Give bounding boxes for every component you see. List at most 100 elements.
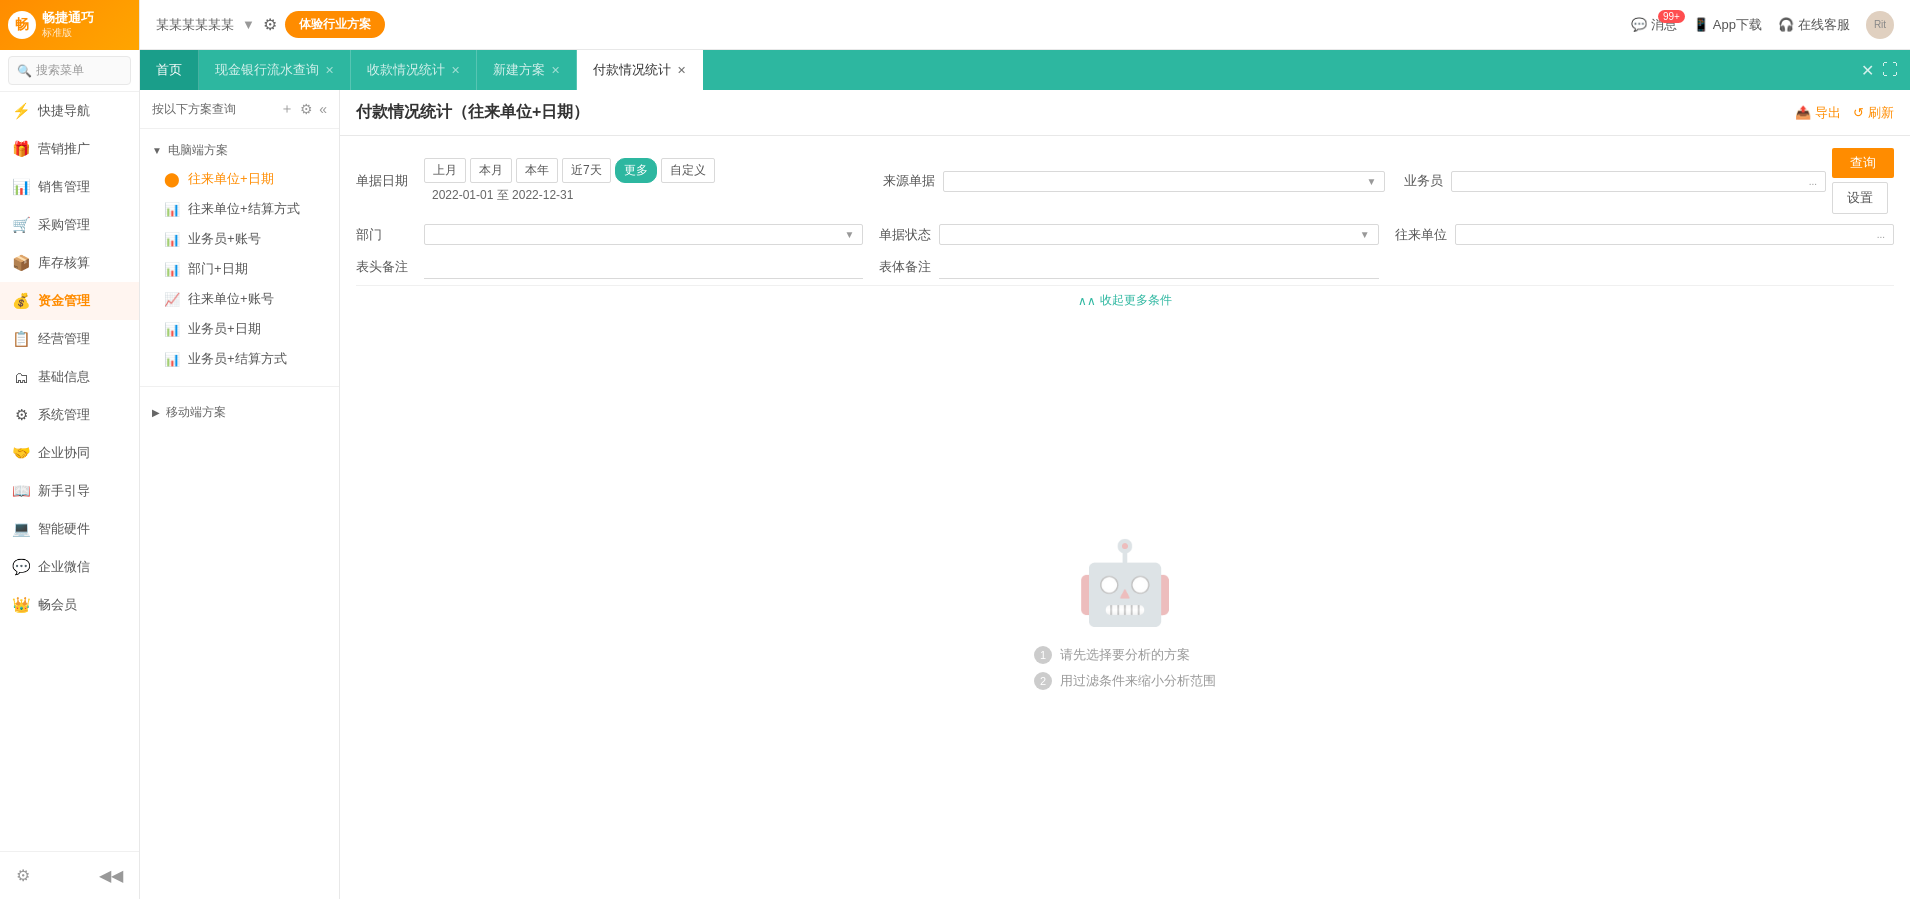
sidebar-item-label: 库存核算 [38, 254, 90, 272]
footer-collapse-icon[interactable]: ◀◀ [93, 862, 129, 889]
user-name-label: Rit [1874, 19, 1886, 30]
collapse-filter-label: 收起更多条件 [1100, 292, 1172, 309]
close-all-tabs-icon[interactable]: ✕ [1861, 61, 1874, 80]
header-note-input[interactable] [424, 255, 863, 279]
sidebar-item-quicknav[interactable]: ⚡ 快捷导航 [0, 92, 139, 130]
staff-select[interactable]: ... [1451, 171, 1826, 192]
query-button[interactable]: 查询 [1832, 148, 1894, 178]
sidebar-footer: ⚙ ◀◀ [0, 851, 139, 899]
date-this-year-btn[interactable]: 本年 [516, 158, 558, 183]
sidebar-item-label: 采购管理 [38, 216, 90, 234]
hint-text-2: 用过滤条件来缩小分析范围 [1060, 672, 1216, 690]
date-last-7days-btn[interactable]: 近7天 [562, 158, 611, 183]
export-icon: 📤 [1795, 105, 1811, 120]
left-panel-header: 按以下方案查询 ＋ ⚙ « [140, 90, 339, 129]
service-icon: 🎧 [1778, 17, 1794, 32]
mobile-section-toggle[interactable]: ▶ 移动端方案 [140, 399, 339, 426]
tab-receipt-stats-close-icon[interactable]: ✕ [451, 64, 460, 77]
settings-plan-icon[interactable]: ⚙ [300, 101, 313, 117]
doc-status-dropdown-icon: ▼ [1360, 229, 1370, 240]
try-industry-button[interactable]: 体验行业方案 [285, 11, 385, 38]
sidebar-item-inventory[interactable]: 📦 库存核算 [0, 244, 139, 282]
plan-dept-date[interactable]: 📊 部门+日期 [140, 254, 339, 284]
search-menu-button[interactable]: 🔍 搜索菜单 [8, 56, 131, 85]
date-last-month-btn[interactable]: 上月 [424, 158, 466, 183]
tab-payment-stats-close-icon[interactable]: ✕ [677, 64, 686, 77]
sidebar-item-purchase[interactable]: 🛒 采购管理 [0, 206, 139, 244]
sidebar-item-label: 基础信息 [38, 368, 90, 386]
mobile-section-label: 移动端方案 [166, 404, 226, 421]
collapse-filter-button[interactable]: ∧∧ 收起更多条件 [356, 285, 1894, 315]
online-service-label: 在线客服 [1798, 16, 1850, 34]
desktop-section-label: 电脑端方案 [168, 142, 228, 159]
sidebar-item-marketing[interactable]: 🎁 营销推广 [0, 130, 139, 168]
plan-dept-date-label: 部门+日期 [188, 260, 248, 278]
wechat-icon: 💬 [12, 558, 30, 576]
refresh-label: 刷新 [1868, 104, 1894, 122]
plan-staff-date[interactable]: 📊 业务员+日期 [140, 314, 339, 344]
message-icon: 💬 [1631, 17, 1647, 32]
online-service-action[interactable]: 🎧 在线客服 [1778, 16, 1850, 34]
date-range-display: 2022-01-01 至 2022-12-31 [432, 187, 573, 204]
app-download-action[interactable]: 📱 App下载 [1693, 16, 1762, 34]
tab-cash-flow-close-icon[interactable]: ✕ [325, 64, 334, 77]
sidebar-item-enterprise[interactable]: 🤝 企业协同 [0, 434, 139, 472]
sidebar-item-basic[interactable]: 🗂 基础信息 [0, 358, 139, 396]
refresh-button[interactable]: ↺ 刷新 [1853, 104, 1894, 122]
tab-receipt-stats[interactable]: 收款情况统计 ✕ [351, 50, 477, 90]
date-field-label: 单据日期 [356, 172, 416, 190]
user-avatar[interactable]: Rit [1866, 11, 1894, 39]
body-note-input[interactable] [939, 255, 1378, 279]
date-custom-btn[interactable]: 自定义 [661, 158, 715, 183]
plan-unit-account[interactable]: 📈 往来单位+账号 [140, 284, 339, 314]
plan-unit-date-icon: ⬤ [164, 171, 180, 187]
staff-dropdown-icon: ... [1809, 176, 1817, 187]
sidebar-item-label: 营销推广 [38, 140, 90, 158]
page-title: 付款情况统计（往来单位+日期） [356, 102, 589, 123]
tab-new-plan[interactable]: 新建方案 ✕ [477, 50, 577, 90]
doc-status-select[interactable]: ▼ [939, 224, 1378, 245]
tab-cash-flow[interactable]: 现金银行流水查询 ✕ [199, 50, 351, 90]
staff-field-label: 业务员 [1393, 172, 1443, 190]
header-gear-icon[interactable]: ⚙ [263, 15, 277, 34]
settings-button[interactable]: 设置 [1832, 182, 1888, 214]
sidebar-item-wechat[interactable]: 💬 企业微信 [0, 548, 139, 586]
sidebar-item-label: 资金管理 [38, 292, 90, 310]
sidebar-item-sales[interactable]: 📊 销售管理 [0, 168, 139, 206]
plan-unit-account-icon: 📈 [164, 292, 180, 307]
sidebar-item-guide[interactable]: 📖 新手引导 [0, 472, 139, 510]
plan-unit-settle[interactable]: 📊 往来单位+结算方式 [140, 194, 339, 224]
refresh-icon: ↺ [1853, 105, 1864, 120]
message-action[interactable]: 💬 消息 99+ [1631, 16, 1677, 34]
tab-payment-stats[interactable]: 付款情况统计 ✕ [577, 50, 703, 90]
sidebar-item-member[interactable]: 👑 畅会员 [0, 586, 139, 624]
date-more-btn[interactable]: 更多 [615, 158, 657, 183]
top-header: 某某某某某某 ▼ ⚙ 体验行业方案 💬 消息 99+ 📱 App下载 🎧 在线客… [140, 0, 1910, 50]
source-select[interactable]: ▼ [943, 171, 1386, 192]
company-dropdown-icon[interactable]: ▼ [242, 17, 255, 32]
plan-staff-account-label: 业务员+账号 [188, 230, 261, 248]
tab-new-plan-close-icon[interactable]: ✕ [551, 64, 560, 77]
tab-home[interactable]: 首页 [140, 50, 199, 90]
plan-staff-account[interactable]: 📊 业务员+账号 [140, 224, 339, 254]
sidebar-item-capital[interactable]: 💰 资金管理 [0, 282, 139, 320]
sidebar-item-label: 系统管理 [38, 406, 90, 424]
partner-select[interactable]: ... [1455, 224, 1894, 245]
sidebar-item-hardware[interactable]: 💻 智能硬件 [0, 510, 139, 548]
desktop-section-toggle[interactable]: ▼ 电脑端方案 [140, 137, 339, 164]
sidebar-item-system[interactable]: ⚙ 系统管理 [0, 396, 139, 434]
export-button[interactable]: 📤 导出 [1795, 104, 1841, 122]
add-plan-icon[interactable]: ＋ [280, 100, 294, 118]
date-this-month-btn[interactable]: 本月 [470, 158, 512, 183]
dept-select[interactable]: ▼ [424, 224, 863, 245]
chevron-up-icon: ∧∧ [1078, 294, 1096, 308]
maximize-icon[interactable]: ⛶ [1882, 61, 1898, 79]
sidebar-item-operation[interactable]: 📋 经营管理 [0, 320, 139, 358]
sidebar-item-label: 快捷导航 [38, 102, 90, 120]
plan-dept-date-icon: 📊 [164, 262, 180, 277]
inventory-icon: 📦 [12, 254, 30, 272]
plan-staff-settle[interactable]: 📊 业务员+结算方式 [140, 344, 339, 374]
footer-settings-icon[interactable]: ⚙ [10, 862, 36, 889]
collapse-panel-icon[interactable]: « [319, 101, 327, 117]
plan-unit-date[interactable]: ⬤ 往来单位+日期 [140, 164, 339, 194]
